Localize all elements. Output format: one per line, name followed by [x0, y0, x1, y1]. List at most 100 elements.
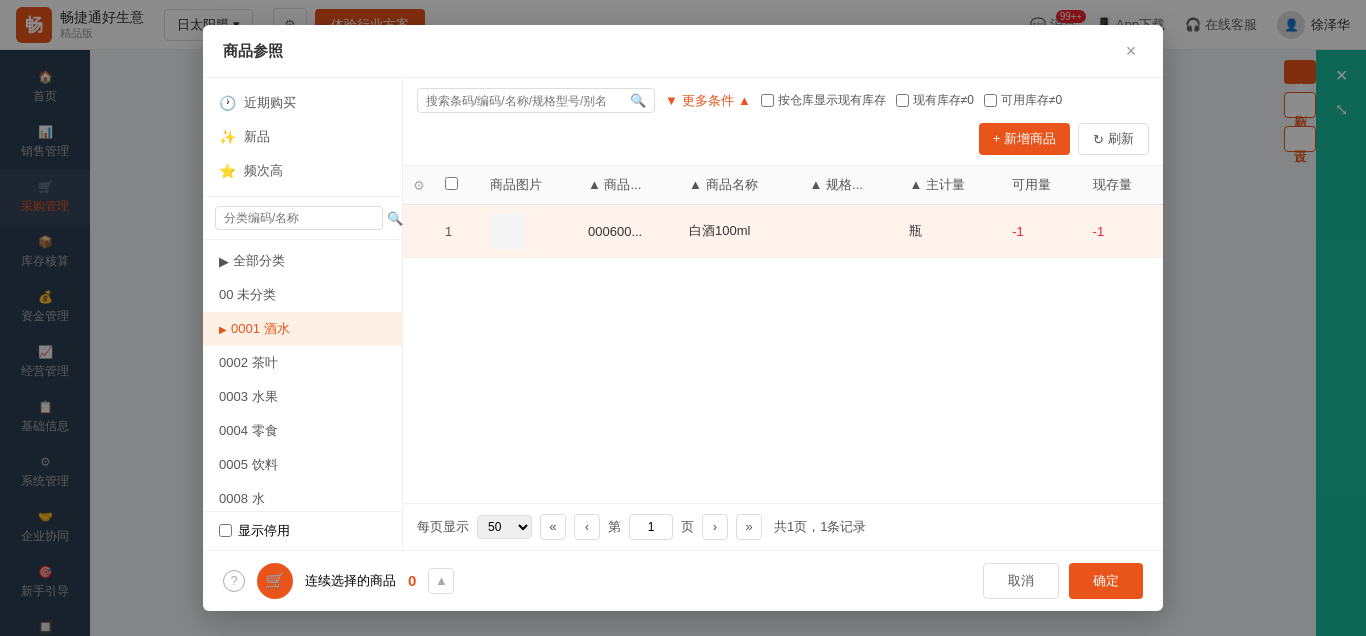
cart-icon-btn[interactable]: 🛒 — [257, 563, 293, 599]
page-last-btn[interactable]: » — [736, 514, 762, 540]
modal-title: 商品参照 — [223, 42, 283, 61]
clock-icon: 🕐 — [219, 95, 236, 111]
quick-new-label: 新品 — [244, 128, 270, 146]
cancel-btn[interactable]: 取消 — [983, 563, 1059, 599]
collapse-btn[interactable]: ▲ — [428, 568, 454, 594]
col-checkbox — [435, 166, 480, 205]
category-list: ▶ 全部分类 00 未分类 ▶ 0001 酒水 0002 茶叶 0003 水果 — [203, 240, 402, 510]
row-num-cell: 1 — [435, 205, 480, 258]
filter-icon: ▼ — [665, 93, 678, 108]
row-name-cell: 白酒100ml — [679, 205, 800, 258]
row-number: 1 — [445, 224, 452, 239]
cat-00-label: 00 未分类 — [219, 286, 276, 304]
row-code-cell: 000600... — [578, 205, 679, 258]
cart-label: 连续选择的商品 — [305, 572, 396, 590]
cat-all-label: 全部分类 — [233, 252, 285, 270]
cat-item-all[interactable]: ▶ 全部分类 — [203, 244, 402, 278]
warehouse-stock-checkbox-label[interactable]: 按仓库显示现有库存 — [761, 92, 886, 109]
row-unit-cell: 瓶 — [899, 205, 1002, 258]
cat-0001-label: 0001 酒水 — [231, 320, 290, 338]
category-search-btn[interactable]: 🔍 — [387, 205, 403, 231]
star-new-icon: ✨ — [219, 129, 236, 145]
col-stock: 现存量 — [1083, 166, 1163, 205]
col-image: 商品图片 — [480, 166, 578, 205]
product-search-box: 🔍 — [417, 88, 655, 113]
usable-nonzero-checkbox-label[interactable]: 可用库存≠0 — [984, 92, 1062, 109]
page-first-btn[interactable]: « — [540, 514, 566, 540]
refresh-icon: ↻ — [1093, 132, 1104, 147]
cat-item-0003[interactable]: 0003 水果 — [203, 380, 402, 414]
col-available: 可用量 — [1002, 166, 1082, 205]
product-table: ⚙ 商品图片 ▲ 商品... ▲ 商品名称 ▲ 规格.. — [403, 166, 1163, 258]
pagination-bar: 每页显示 50 100 200 « ‹ 第 页 › » 共1页，1条记录 — [403, 503, 1163, 550]
table-row[interactable]: 1 000600... 白酒100ml — [403, 205, 1163, 258]
add-product-btn[interactable]: + 新增商品 — [979, 123, 1070, 155]
refresh-table-btn[interactable]: ↻ 刷新 — [1078, 123, 1149, 155]
available-nonzero-checkbox-label[interactable]: 现有库存≠0 — [896, 92, 974, 109]
select-all-checkbox[interactable] — [445, 177, 458, 190]
product-reference-modal: 商品参照 × 🕐 近期购买 ✨ 新品 ⭐ — [203, 25, 1163, 610]
product-thumbnail — [490, 213, 526, 249]
category-search-input[interactable] — [215, 206, 383, 230]
quick-frequent-label: 频次高 — [244, 162, 283, 180]
table-toolbar: 🔍 ▼ 更多条件 ▲ 按仓库显示现有库存 现有库存≠0 — [403, 78, 1163, 166]
page-next-btn[interactable]: › — [702, 514, 728, 540]
cat-0002-label: 0002 茶叶 — [219, 354, 278, 372]
quick-item-recent[interactable]: 🕐 近期购买 — [203, 86, 402, 120]
product-stock: -1 — [1093, 224, 1105, 239]
total-info: 共1页，1条记录 — [774, 518, 866, 536]
help-btn[interactable]: ? — [223, 570, 245, 592]
chevron-up-icon: ▲ — [738, 93, 751, 108]
right-data-panel: 🔍 ▼ 更多条件 ▲ 按仓库显示现有库存 现有库存≠0 — [403, 78, 1163, 549]
modal-overlay: 商品参照 × 🕐 近期购买 ✨ 新品 ⭐ — [0, 0, 1366, 636]
cat-0008-label: 0008 水 — [219, 490, 265, 508]
product-available: -1 — [1012, 224, 1024, 239]
show-disabled-label: 显示停用 — [238, 522, 290, 540]
product-code: 000600... — [588, 224, 642, 239]
usable-nonzero-checkbox[interactable] — [984, 94, 997, 107]
product-name: 白酒100ml — [689, 223, 750, 238]
available-nonzero-checkbox[interactable] — [896, 94, 909, 107]
col-spec[interactable]: ▲ 规格... — [800, 166, 900, 205]
row-stock-cell: -1 — [1083, 205, 1163, 258]
cat-0003-label: 0003 水果 — [219, 388, 278, 406]
show-disabled-checkbox[interactable] — [219, 524, 232, 537]
col-code[interactable]: ▲ 商品... — [578, 166, 679, 205]
page-number-input[interactable] — [629, 514, 673, 540]
product-unit: 瓶 — [909, 223, 922, 238]
cat-item-0004[interactable]: 0004 零食 — [203, 414, 402, 448]
selected-count: 0 — [408, 572, 416, 589]
product-table-body: 1 000600... 白酒100ml — [403, 205, 1163, 258]
col-settings[interactable]: ⚙ — [403, 166, 435, 205]
confirm-btn[interactable]: 确定 — [1069, 563, 1143, 599]
category-footer: 显示停用 — [203, 511, 402, 550]
cat-item-0001[interactable]: ▶ 0001 酒水 — [203, 312, 402, 346]
row-available-cell: -1 — [1002, 205, 1082, 258]
star-freq-icon: ⭐ — [219, 163, 236, 179]
quick-item-new[interactable]: ✨ 新品 — [203, 120, 402, 154]
row-image-cell — [480, 205, 578, 258]
product-search-icon[interactable]: 🔍 — [630, 93, 646, 108]
page-prev-btn[interactable]: ‹ — [574, 514, 600, 540]
cat-item-0005[interactable]: 0005 饮料 — [203, 448, 402, 482]
quick-recent-label: 近期购买 — [244, 94, 296, 112]
expand-all-icon: ▶ — [219, 254, 229, 269]
quick-item-frequent[interactable]: ⭐ 频次高 — [203, 154, 402, 188]
col-name[interactable]: ▲ 商品名称 — [679, 166, 800, 205]
modal-body: 🕐 近期购买 ✨ 新品 ⭐ 频次高 🔍 « — [203, 78, 1163, 549]
warehouse-stock-checkbox[interactable] — [761, 94, 774, 107]
cat-item-0008[interactable]: 0008 水 — [203, 482, 402, 510]
category-panel: 🕐 近期购买 ✨ 新品 ⭐ 频次高 🔍 « — [203, 78, 403, 549]
modal-close-btn[interactable]: × — [1119, 39, 1143, 63]
more-filter-btn[interactable]: ▼ 更多条件 ▲ — [665, 92, 751, 110]
footer-buttons: 取消 确定 — [983, 563, 1143, 599]
cat-item-0002[interactable]: 0002 茶叶 — [203, 346, 402, 380]
product-search-input[interactable] — [426, 94, 626, 108]
page-text-first: 第 — [608, 518, 621, 536]
cat-0004-label: 0004 零食 — [219, 422, 278, 440]
cat-item-00[interactable]: 00 未分类 — [203, 278, 402, 312]
col-unit[interactable]: ▲ 主计量 — [899, 166, 1002, 205]
cat-0005-label: 0005 饮料 — [219, 456, 278, 474]
quick-list: 🕐 近期购买 ✨ 新品 ⭐ 频次高 — [203, 78, 402, 197]
page-size-select[interactable]: 50 100 200 — [477, 515, 532, 539]
